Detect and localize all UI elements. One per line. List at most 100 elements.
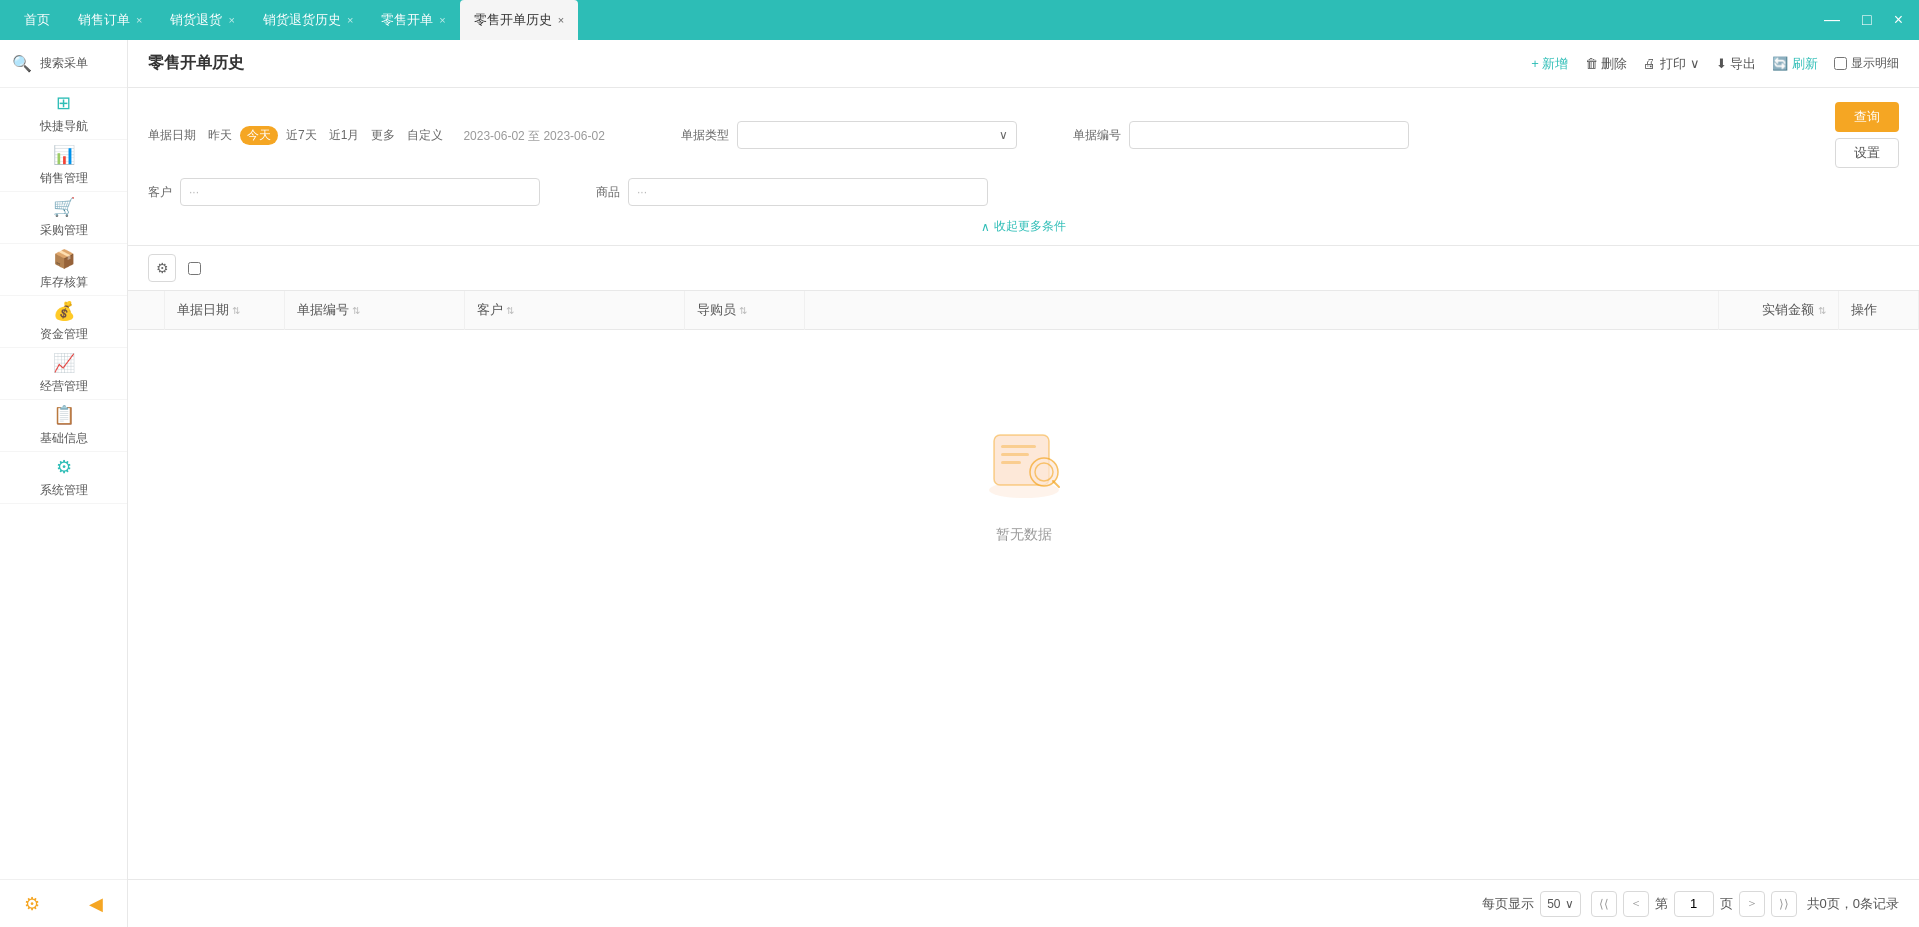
sidebar-item-shortcuts-label: 快捷导航 <box>40 118 88 135</box>
first-page-icon: ⟨⟨ <box>1599 897 1609 911</box>
sidebar-item-purchase[interactable]: 🛒 采购管理 <box>0 192 127 244</box>
export-label: ⬇ 导出 <box>1716 55 1757 73</box>
tab-sales-return[interactable]: 销货退货 × <box>156 0 248 40</box>
data-table: 单据日期 ⇅ 单据编号 ⇅ 客户 ⇅ <box>128 291 1919 330</box>
today-btn[interactable]: 今天 <box>240 126 278 145</box>
last7days-btn[interactable]: 近7天 <box>282 126 321 145</box>
custom-btn[interactable]: 自定义 <box>403 126 447 145</box>
goods-input[interactable]: ··· <box>628 178 988 206</box>
yesterday-btn[interactable]: 昨天 <box>204 126 236 145</box>
sidebar-item-operations[interactable]: 📈 经营管理 <box>0 348 127 400</box>
sidebar-item-finance[interactable]: 💰 资金管理 <box>0 296 127 348</box>
goods-ellipsis: ··· <box>637 185 647 199</box>
tab-sales-return-history[interactable]: 销货退货历史 × <box>249 0 367 40</box>
add-button[interactable]: + 新增 <box>1531 55 1568 73</box>
tab-sales-order-close[interactable]: × <box>136 14 142 26</box>
print-arrow-icon: ∨ <box>1690 56 1700 71</box>
page-header: 零售开单历史 + 新增 🗑 删除 🖨 打印 ∨ ⬇ 导出 🔄 刷新 <box>128 40 1919 88</box>
page-size-label: 每页显示 <box>1482 895 1534 913</box>
col-date-label: 单据日期 <box>177 302 229 317</box>
export-button[interactable]: ⬇ 导出 <box>1716 55 1757 73</box>
show-detail-checkbox[interactable] <box>1834 57 1847 70</box>
first-page-btn[interactable]: ⟨⟨ <box>1591 891 1617 917</box>
window-max-btn[interactable]: □ <box>1856 9 1878 31</box>
shortcuts-icon: ⊞ <box>56 92 71 114</box>
tab-retail-order[interactable]: 零售开单 × <box>367 0 459 40</box>
col-header-amount[interactable]: 实销金额 ⇅ <box>1719 291 1839 330</box>
sidebar-item-shortcuts[interactable]: ⊞ 快捷导航 <box>0 88 127 140</box>
sidebar-search[interactable]: 🔍 搜索采单 <box>0 40 127 88</box>
date-range-display: 2023-06-02 至 2023-06-02 <box>463 126 604 145</box>
tab-retail-order-close[interactable]: × <box>439 14 445 26</box>
sidebar-item-system[interactable]: ⚙ 系统管理 <box>0 452 127 504</box>
tab-sales-return-close[interactable]: × <box>228 14 234 26</box>
sidebar-item-finance-label: 资金管理 <box>40 326 88 343</box>
sidebar-collapse-btn[interactable]: ◀ <box>89 893 103 915</box>
last-page-btn[interactable]: ⟩⟩ <box>1771 891 1797 917</box>
prev-page-btn[interactable]: ＜ <box>1623 891 1649 917</box>
sidebar-item-purchase-label: 采购管理 <box>40 222 88 239</box>
customer-input[interactable]: ··· <box>180 178 540 206</box>
col-amount-sort-icon[interactable]: ⇅ <box>1818 305 1826 316</box>
col-no-sort-icon[interactable]: ⇅ <box>352 305 360 316</box>
empty-state: 暂无数据 <box>128 330 1919 624</box>
table-area: ⚙ 单据日期 ⇅ 单据编号 <box>128 246 1919 927</box>
filter-settings-button[interactable]: 设置 <box>1835 138 1899 168</box>
window-close-icon[interactable]: × <box>1888 9 1909 31</box>
col-header-date[interactable]: 单据日期 ⇅ <box>164 291 284 330</box>
print-button[interactable]: 🖨 打印 ∨ <box>1643 55 1700 73</box>
page-nav: ⟨⟨ ＜ 第 页 ＞ ⟩⟩ <box>1591 891 1797 917</box>
col-header-guide[interactable]: 导购员 ⇅ <box>684 291 804 330</box>
sales-icon: 📊 <box>53 144 75 166</box>
last1month-btn[interactable]: 近1月 <box>325 126 364 145</box>
col-customer-label: 客户 <box>477 302 503 317</box>
filter-doc-no: 单据编号 <box>1073 121 1409 149</box>
collapse-row[interactable]: ∧ 收起更多条件 <box>148 216 1899 237</box>
sidebar-item-inventory[interactable]: 📦 库存核算 <box>0 244 127 296</box>
page-size-dropdown[interactable]: 50 ∨ <box>1540 891 1580 917</box>
delete-label: 🗑 删除 <box>1585 55 1628 73</box>
tab-retail-history[interactable]: 零售开单历史 × <box>460 0 578 40</box>
filter-row-2: 客户 ··· 商品 ··· <box>148 178 1899 206</box>
col-customer-sort-icon[interactable]: ⇅ <box>506 305 514 316</box>
header-actions: + 新增 🗑 删除 🖨 打印 ∨ ⬇ 导出 🔄 刷新 显示明细 <box>1531 55 1899 73</box>
select-all-checkbox[interactable] <box>188 262 201 275</box>
window-close-btn[interactable]: — <box>1818 9 1846 31</box>
col-header-no[interactable]: 单据编号 ⇅ <box>284 291 464 330</box>
sidebar-item-inventory-label: 库存核算 <box>40 274 88 291</box>
tab-retail-history-close[interactable]: × <box>558 14 564 26</box>
tab-sales-return-history-label: 销货退货历史 <box>263 11 341 29</box>
next-page-btn[interactable]: ＞ <box>1739 891 1765 917</box>
delete-button[interactable]: 🗑 删除 <box>1585 55 1628 73</box>
system-icon: ⚙ <box>56 456 72 478</box>
col-header-customer[interactable]: 客户 ⇅ <box>464 291 684 330</box>
tab-home[interactable]: 首页 <box>10 0 64 40</box>
date-label: 单据日期 <box>148 127 196 144</box>
refresh-button[interactable]: 🔄 刷新 <box>1772 55 1818 73</box>
col-date-sort-icon[interactable]: ⇅ <box>232 305 240 316</box>
filter-row-1: 单据日期 昨天 今天 近7天 近1月 更多 自定义 2023-06-02 至 2… <box>148 102 1899 168</box>
doc-no-input[interactable] <box>1129 121 1409 149</box>
more-btn[interactable]: 更多 <box>367 126 399 145</box>
page-number-input[interactable] <box>1674 891 1714 917</box>
table-header-row: 单据日期 ⇅ 单据编号 ⇅ 客户 ⇅ <box>128 291 1919 330</box>
page-suffix: 页 <box>1720 895 1733 913</box>
sidebar-settings-btn[interactable]: ⚙ <box>24 893 40 915</box>
table-settings-btn[interactable]: ⚙ <box>148 254 176 282</box>
empty-illustration <box>974 410 1074 510</box>
gear-icon: ⚙ <box>156 260 169 276</box>
col-guide-sort-icon[interactable]: ⇅ <box>739 305 747 316</box>
sidebar-item-basic-info-label: 基础信息 <box>40 430 88 447</box>
page-title: 零售开单历史 <box>148 53 244 74</box>
query-button[interactable]: 查询 <box>1835 102 1899 132</box>
filter-goods: 商品 ··· <box>596 178 988 206</box>
tab-sales-order-label: 销售订单 <box>78 11 130 29</box>
sidebar-item-sales[interactable]: 📊 销售管理 <box>0 140 127 192</box>
tab-sales-order[interactable]: 销售订单 × <box>64 0 156 40</box>
tab-sales-return-history-close[interactable]: × <box>347 14 353 26</box>
sidebar-item-basic-info[interactable]: 📋 基础信息 <box>0 400 127 452</box>
empty-text: 暂无数据 <box>996 526 1052 544</box>
tab-home-label: 首页 <box>24 11 50 29</box>
doc-type-select[interactable]: ∨ <box>737 121 1017 149</box>
table-container: 单据日期 ⇅ 单据编号 ⇅ 客户 ⇅ <box>128 291 1919 879</box>
